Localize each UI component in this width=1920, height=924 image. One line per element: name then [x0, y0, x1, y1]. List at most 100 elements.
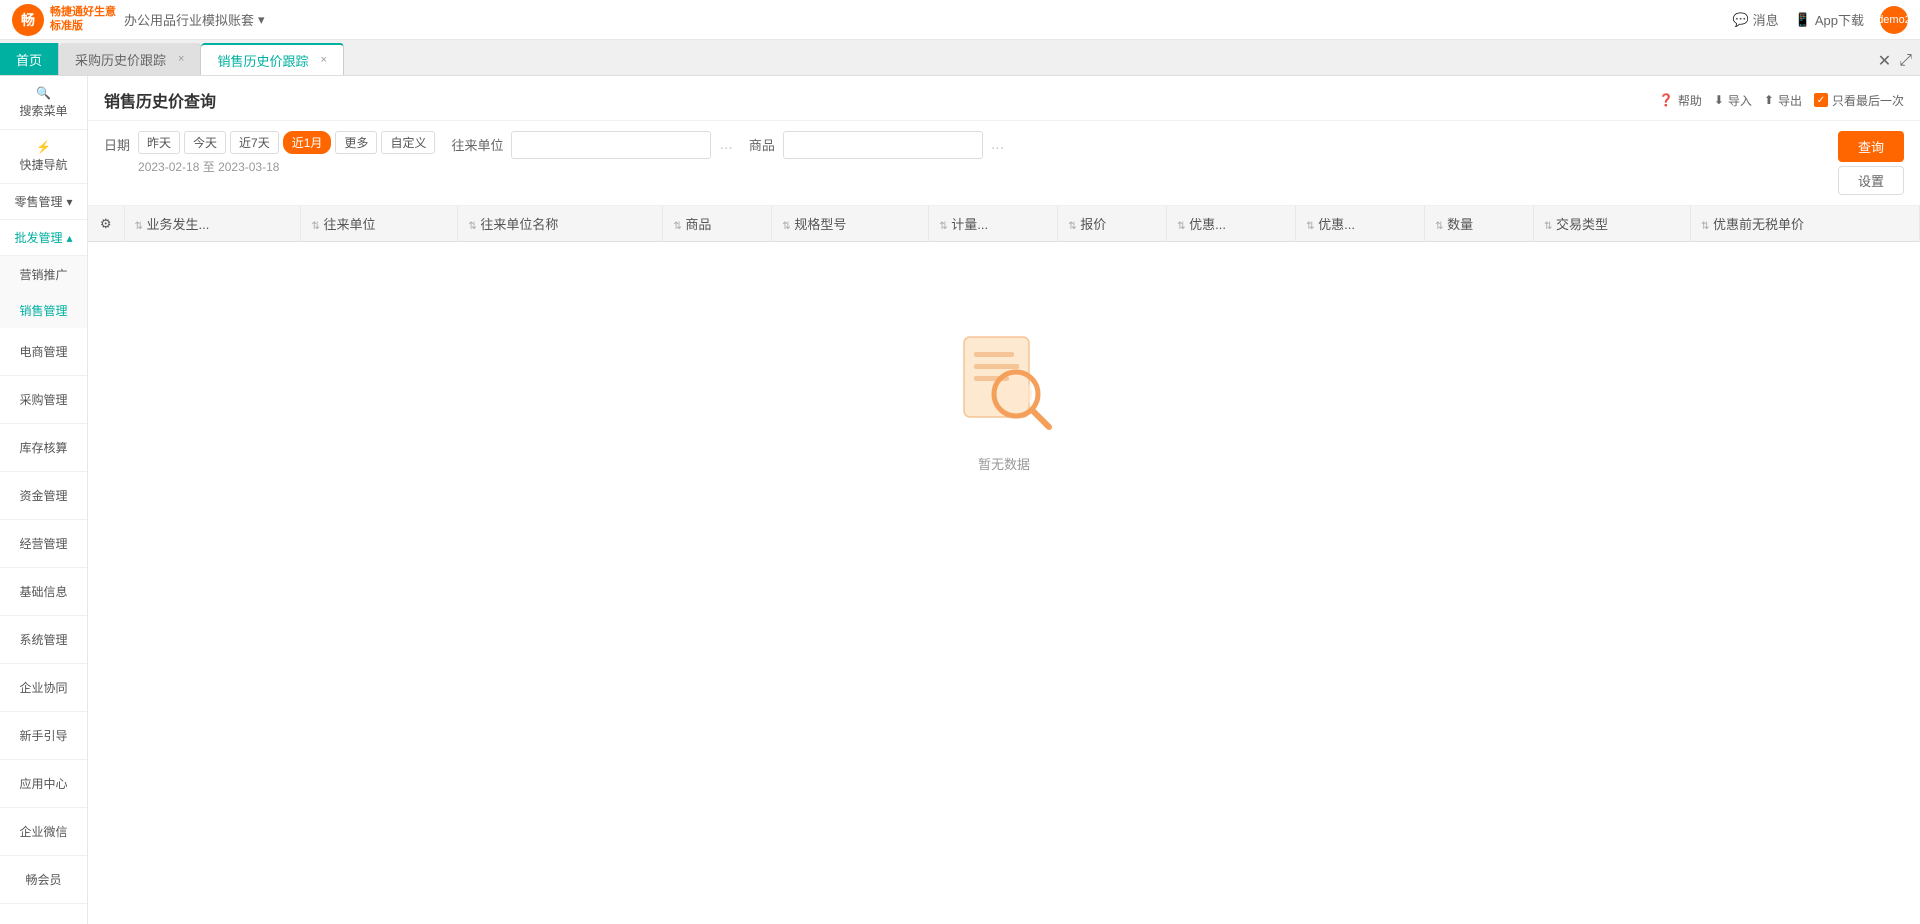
- sidebar-item-newguide-label: 新手引导: [19, 727, 67, 744]
- checkbox-checked-icon: ✓: [1814, 93, 1828, 107]
- counterpart-dots: ...: [719, 136, 732, 154]
- sort-icon-goods: ⇅: [673, 221, 681, 232]
- th-counterpart-name-label: 往来单位名称: [480, 217, 558, 232]
- th-counterpart-name[interactable]: ⇅ 往来单位名称: [458, 206, 663, 242]
- date-btn-yesterday[interactable]: 昨天: [138, 131, 180, 154]
- query-button[interactable]: 查询: [1838, 131, 1904, 162]
- goods-filter-label: 商品: [749, 131, 775, 154]
- date-btn-custom[interactable]: 自定义: [381, 131, 435, 154]
- logo-text: 畅捷通好生意 标准版: [50, 6, 116, 32]
- import-icon: ⬇: [1714, 93, 1724, 107]
- import-button[interactable]: ⬇ 导入: [1714, 92, 1752, 109]
- sidebar-item-inventory[interactable]: 库存核算: [0, 424, 87, 472]
- svg-text:畅: 畅: [21, 12, 35, 28]
- sort-icon-transaction: ⇅: [1544, 221, 1552, 232]
- counterpart-input[interactable]: [511, 131, 711, 159]
- th-discount-amount[interactable]: ⇅ 优惠...: [1296, 206, 1425, 242]
- sort-icon-counterpart: ⇅: [311, 221, 319, 232]
- maximize-icon[interactable]: ⤢: [1899, 52, 1912, 70]
- tab-home[interactable]: 首页: [0, 43, 59, 75]
- sidebar-item-ecommerce[interactable]: 电商管理: [0, 328, 87, 376]
- sort-icon-unit: ⇅: [939, 221, 947, 232]
- sidebar-item-appcenter-label: 应用中心: [19, 775, 67, 792]
- goods-input[interactable]: [783, 131, 983, 159]
- sidebar-item-inventory-label: 库存核算: [19, 439, 67, 456]
- header-left: 畅 畅捷通好生意 标准版 办公用品行业模拟账套 ▾: [12, 4, 265, 36]
- sidebar-item-purchase[interactable]: 采购管理: [0, 376, 87, 424]
- sidebar-item-basic-info[interactable]: 基础信息: [0, 568, 87, 616]
- sort-icon-biz-date: ⇅: [135, 221, 143, 232]
- message-action[interactable]: 💬 消息: [1732, 10, 1778, 29]
- sidebar-item-retail-label: 零售管理: [14, 193, 62, 210]
- th-biz-date[interactable]: ⇅ 业务发生...: [124, 206, 301, 242]
- th-discount-rate[interactable]: ⇅ 优惠...: [1167, 206, 1296, 242]
- avatar: demo2: [1880, 6, 1908, 34]
- username: demo2: [1877, 14, 1911, 26]
- empty-state: 暂无数据: [88, 242, 1920, 553]
- th-settings[interactable]: ⚙: [88, 206, 124, 242]
- th-goods[interactable]: ⇅ 商品: [663, 206, 772, 242]
- sidebar-item-retail-mgmt[interactable]: 零售管理 ▾: [0, 184, 87, 220]
- tab-home-label: 首页: [16, 50, 42, 69]
- th-transaction-type[interactable]: ⇅ 交易类型: [1534, 206, 1691, 242]
- export-button[interactable]: ⬆ 导出: [1764, 92, 1802, 109]
- th-pre-discount[interactable]: ⇅ 优惠前无税单价: [1690, 206, 1919, 242]
- app-download-action[interactable]: 📱 App下载: [1795, 10, 1864, 29]
- th-counterpart-code[interactable]: ⇅ 往来单位: [301, 206, 458, 242]
- sidebar-item-new-guide[interactable]: 新手引导: [0, 712, 87, 760]
- sidebar-item-enterprise-wechat[interactable]: 企业微信: [0, 808, 87, 856]
- page-header: 销售历史价查询 ❓ 帮助 ⬇ 导入 ⬆ 导出 ✓ 只看最后一次: [88, 76, 1920, 121]
- date-btn-more[interactable]: 更多: [335, 131, 377, 154]
- sidebar: 🔍 搜索菜单 ⚡ 快捷导航 零售管理 ▾ 批发管理 ▴ 营销推广 销售管理 电商…: [0, 76, 88, 924]
- th-spec[interactable]: ⇅ 规格型号: [772, 206, 929, 242]
- wholesale-expand-icon: ▴: [66, 231, 72, 245]
- date-btn-7days[interactable]: 近7天: [230, 131, 279, 154]
- app-download-label: App下载: [1815, 10, 1864, 29]
- counterpart-filter-group: 往来单位 ...: [451, 131, 732, 159]
- sidebar-item-collab-label: 企业协同: [19, 679, 67, 696]
- sidebar-item-operations[interactable]: 经营管理: [0, 520, 87, 568]
- app-selector[interactable]: 办公用品行业模拟账套 ▾: [124, 10, 265, 29]
- th-quantity[interactable]: ⇅ 数量: [1425, 206, 1534, 242]
- date-btn-today[interactable]: 今天: [184, 131, 226, 154]
- th-counterpart-label: 往来单位: [323, 217, 375, 232]
- sidebar-item-sales-mgmt[interactable]: 销售管理: [0, 292, 87, 328]
- sidebar-item-enterprise-collab[interactable]: 企业协同: [0, 664, 87, 712]
- tab-sales-label: 销售历史价跟踪: [217, 51, 308, 70]
- sidebar-item-ecommerce-label: 电商管理: [19, 343, 67, 360]
- th-quoted-price[interactable]: ⇅ 报价: [1058, 206, 1167, 242]
- tab-sales-close[interactable]: ×: [320, 54, 326, 66]
- sidebar-item-marketing[interactable]: 营销推广: [0, 256, 87, 292]
- user-action[interactable]: demo2: [1880, 6, 1908, 34]
- tab-purchase-close[interactable]: ×: [178, 53, 184, 65]
- sidebar-item-wholesale-mgmt[interactable]: 批发管理 ▴: [0, 220, 87, 256]
- sort-icon-counterpart-name: ⇅: [468, 221, 476, 232]
- sort-icon-pre-discount: ⇅: [1701, 221, 1709, 232]
- sidebar-item-quick-nav[interactable]: ⚡ 快捷导航: [0, 130, 87, 184]
- th-unit[interactable]: ⇅ 计量...: [929, 206, 1058, 242]
- close-tab-icon[interactable]: ✕: [1878, 51, 1891, 71]
- sort-icon-quantity: ⇅: [1435, 221, 1443, 232]
- sidebar-item-search-menu[interactable]: 🔍 搜索菜单: [0, 76, 87, 130]
- filter-bar: 日期 昨天 今天 近7天 近1月 更多 自定义 2023-02-18 至 202…: [88, 121, 1920, 206]
- sidebar-item-system[interactable]: 系统管理: [0, 616, 87, 664]
- sidebar-item-finance[interactable]: 资金管理: [0, 472, 87, 520]
- sidebar-item-basicinfo-label: 基础信息: [19, 583, 67, 600]
- data-table: ⚙ ⇅ 业务发生... ⇅ 往来单位 ⇅ 往来单位名称: [88, 206, 1920, 242]
- sidebar-item-wechat-label: 企业微信: [19, 823, 67, 840]
- sidebar-item-finance-label: 资金管理: [19, 487, 67, 504]
- sidebar-item-app-center[interactable]: 应用中心: [0, 760, 87, 808]
- th-unit-label: 计量...: [951, 217, 988, 232]
- date-filter-buttons: 昨天 今天 近7天 近1月 更多 自定义 2023-02-18 至 2023-0…: [138, 131, 435, 175]
- empty-text: 暂无数据: [978, 454, 1030, 473]
- export-icon: ⬆: [1764, 93, 1774, 107]
- sidebar-item-marketing-label: 营销推广: [19, 266, 67, 283]
- date-btn-1month[interactable]: 近1月: [283, 131, 332, 154]
- empty-state-icon: [944, 322, 1064, 442]
- sidebar-item-vip[interactable]: 畅会员: [0, 856, 87, 904]
- settings-button[interactable]: 设置: [1838, 166, 1904, 195]
- only-last-checkbox[interactable]: ✓ 只看最后一次: [1814, 92, 1904, 109]
- tab-sales-history[interactable]: 销售历史价跟踪 ×: [201, 43, 343, 75]
- tab-purchase-history[interactable]: 采购历史价跟踪 ×: [59, 43, 201, 75]
- help-button[interactable]: ❓ 帮助: [1659, 92, 1702, 109]
